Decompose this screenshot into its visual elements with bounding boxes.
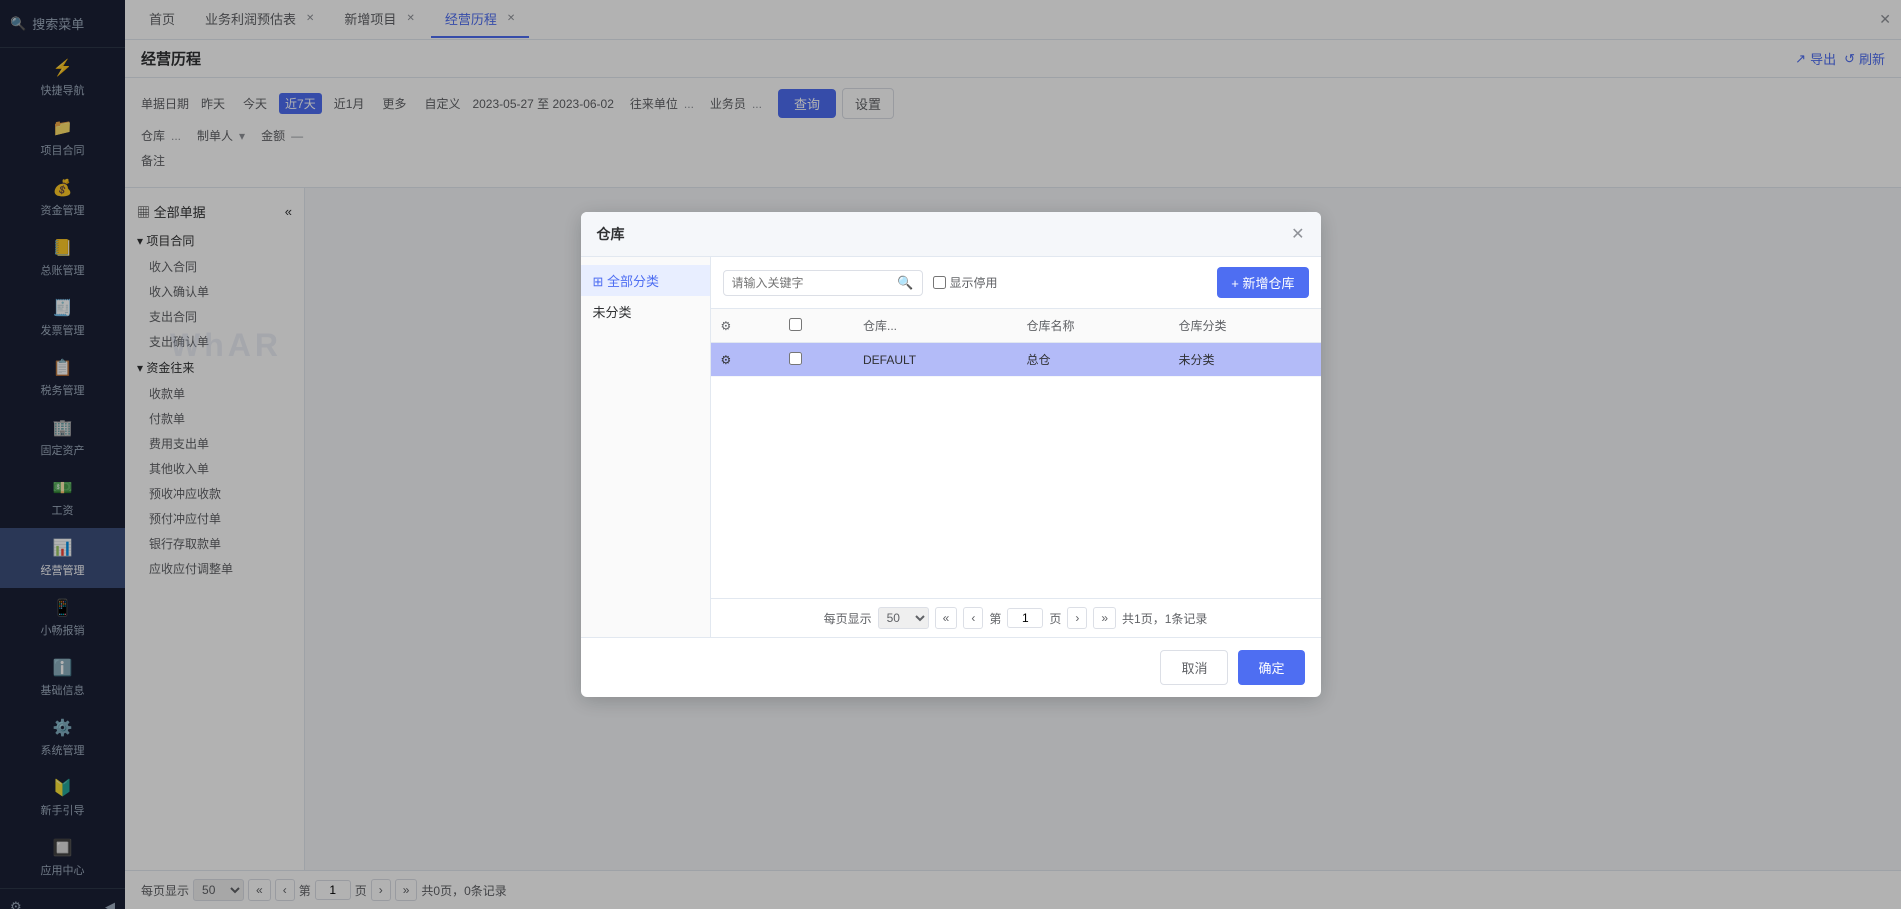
table-header-row: ⚙ 仓库... 仓库名称 仓库分类 [711,309,1321,343]
row-select-checkbox[interactable] [789,352,802,365]
modal-last-btn[interactable]: » [1093,607,1116,629]
row-code: DEFAULT [853,343,1016,377]
row-gear: ⚙ [711,343,780,377]
th-name[interactable]: 仓库名称 [1016,309,1168,343]
add-warehouse-button[interactable]: + 新增仓库 [1217,267,1308,298]
modal-footer: 取消 确定 [581,637,1321,697]
modal-per-page-label: 每页显示 [824,610,872,627]
cancel-button[interactable]: 取消 [1160,650,1228,685]
modal-right-panel: 🔍 显示停用 + 新增仓库 ⚙ [711,257,1321,637]
modal-page-label: 第 [989,610,1001,627]
th-code[interactable]: 仓库... [853,309,1016,343]
th-category[interactable]: 仓库分类 [1168,309,1320,343]
modal-close-button[interactable]: ✕ [1291,224,1304,244]
warehouse-table: ⚙ 仓库... 仓库名称 仓库分类 [711,309,1321,377]
modal-page-input[interactable] [1007,608,1043,628]
search-icon: 🔍 [897,275,913,291]
modal-body: ⊞ 全部分类 未分类 🔍 显示停用 [581,257,1321,637]
modal-pagination: 每页显示 50 10 20 100 « ‹ 第 页 › » 共1页，1条记录 [711,598,1321,637]
modal-category-unclassified[interactable]: 未分类 [581,296,710,327]
modal-header: 仓库 ✕ [581,212,1321,257]
row-category: 未分类 [1168,343,1320,377]
col-category-label: 仓库分类 [1178,319,1226,333]
modal-total-info: 共1页，1条记录 [1122,610,1207,627]
show-disabled-checkbox[interactable]: 显示停用 [933,274,998,291]
warehouse-table-wrap: ⚙ 仓库... 仓库名称 仓库分类 [711,309,1321,598]
modal-overlay: 仓库 ✕ ⊞ 全部分类 未分类 🔍 [0,0,1901,909]
col-code-label: 仓库... [863,319,897,333]
modal-toolbar: 🔍 显示停用 + 新增仓库 [711,257,1321,309]
col-name-label: 仓库名称 [1026,319,1074,333]
add-warehouse-label: + 新增仓库 [1231,273,1294,292]
modal-prev-btn[interactable]: ‹ [963,607,983,629]
modal-left-panel: ⊞ 全部分类 未分类 [581,257,711,637]
select-all-checkbox[interactable] [789,318,802,331]
disabled-checkbox[interactable] [933,276,946,289]
confirm-button[interactable]: 确定 [1238,650,1304,685]
modal-per-page-select[interactable]: 50 10 20 100 [878,607,929,629]
disabled-label: 显示停用 [950,274,998,291]
th-gear: ⚙ [711,309,780,343]
category-label: ⊞ 全部分类 [593,271,660,290]
row-name: 总仓 [1016,343,1168,377]
table-row[interactable]: ⚙ DEFAULT 总仓 未分类 [711,343,1321,377]
row-checkbox [779,343,853,377]
modal-category-all[interactable]: ⊞ 全部分类 [581,265,710,296]
modal-title: 仓库 [597,224,625,244]
search-box: 🔍 [723,270,923,296]
search-input[interactable] [732,276,898,290]
modal-first-btn[interactable]: « [935,607,958,629]
warehouse-modal: 仓库 ✕ ⊞ 全部分类 未分类 🔍 [581,212,1321,697]
modal-next-btn[interactable]: › [1067,607,1087,629]
modal-page-suffix: 页 [1049,610,1061,627]
th-checkbox [779,309,853,343]
category-label: 未分类 [593,302,632,321]
